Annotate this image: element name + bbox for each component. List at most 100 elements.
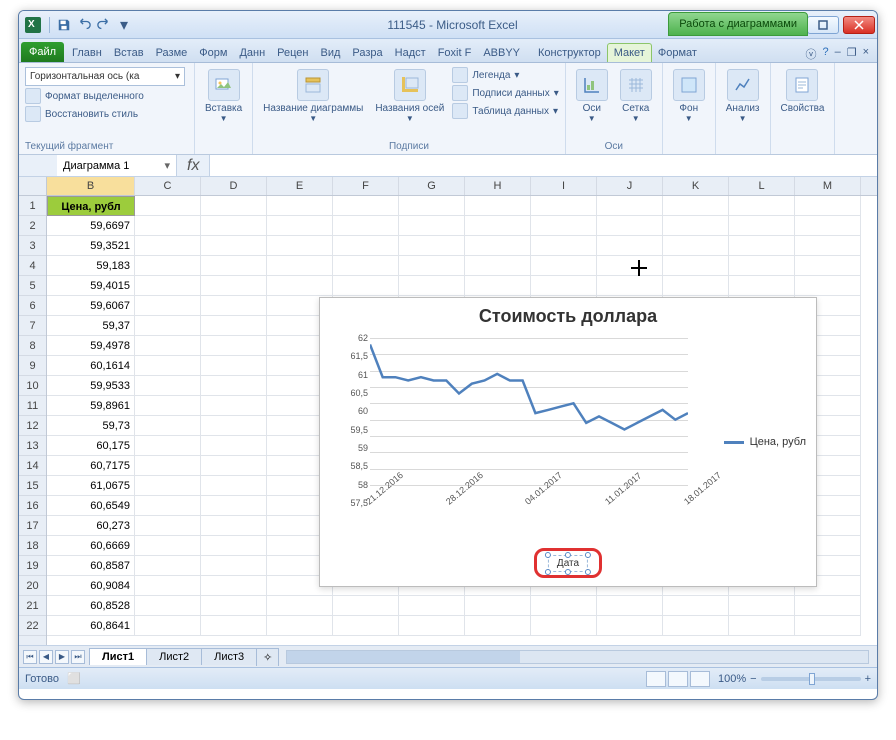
col-G[interactable]: G: [399, 177, 465, 195]
empty-cell[interactable]: [135, 616, 201, 636]
empty-cell[interactable]: [135, 336, 201, 356]
chart-element-selector[interactable]: Горизонтальная ось (ка▾: [25, 67, 188, 86]
empty-cell[interactable]: [663, 256, 729, 276]
analysis-button[interactable]: Анализ▼: [722, 67, 764, 125]
empty-cell[interactable]: [201, 616, 267, 636]
empty-cell[interactable]: [201, 356, 267, 376]
empty-cell[interactable]: [201, 376, 267, 396]
data-table-button[interactable]: Таблица данных ▾: [452, 103, 558, 119]
empty-cell[interactable]: [135, 256, 201, 276]
empty-cell[interactable]: [201, 436, 267, 456]
empty-cell[interactable]: [135, 316, 201, 336]
empty-cell[interactable]: [597, 596, 663, 616]
empty-cell[interactable]: [333, 236, 399, 256]
legend-button[interactable]: Легенда ▾: [452, 67, 558, 83]
help-icon[interactable]: ?: [822, 46, 828, 62]
empty-cell[interactable]: [729, 196, 795, 216]
empty-cell[interactable]: [399, 276, 465, 296]
data-cell[interactable]: 59,3521: [47, 236, 135, 256]
empty-cell[interactable]: [729, 276, 795, 296]
sheet-nav-first[interactable]: ⏮: [23, 650, 37, 664]
chart-legend[interactable]: Цена, рубл: [724, 436, 806, 448]
empty-cell[interactable]: [201, 296, 267, 316]
empty-cell[interactable]: [201, 276, 267, 296]
tab-foxit[interactable]: Foxit F: [432, 44, 478, 62]
header-cell[interactable]: Цена, рубл: [47, 196, 135, 216]
empty-cell[interactable]: [267, 616, 333, 636]
data-cell[interactable]: 60,8641: [47, 616, 135, 636]
row-header[interactable]: 5: [19, 276, 46, 296]
data-cell[interactable]: 60,8528: [47, 596, 135, 616]
data-cell[interactable]: 59,73: [47, 416, 135, 436]
empty-cell[interactable]: [729, 596, 795, 616]
empty-cell[interactable]: [201, 316, 267, 336]
tab-addins[interactable]: Надст: [389, 44, 432, 62]
row-header[interactable]: 15: [19, 476, 46, 496]
row-header[interactable]: 6: [19, 296, 46, 316]
empty-cell[interactable]: [135, 596, 201, 616]
inner-restore-icon[interactable]: ❐: [847, 46, 857, 62]
fx-icon[interactable]: fx: [177, 157, 209, 175]
close-button[interactable]: [843, 16, 875, 34]
empty-cell[interactable]: [135, 376, 201, 396]
col-M[interactable]: M: [795, 177, 861, 195]
data-cell[interactable]: 59,6697: [47, 216, 135, 236]
sheet-nav-next[interactable]: ▶: [55, 650, 69, 664]
empty-cell[interactable]: [201, 516, 267, 536]
data-cell[interactable]: 60,273: [47, 516, 135, 536]
empty-cell[interactable]: [267, 596, 333, 616]
tab-chart-design[interactable]: Конструктор: [532, 44, 607, 62]
empty-cell[interactable]: [135, 296, 201, 316]
data-cell[interactable]: 59,8961: [47, 396, 135, 416]
empty-cell[interactable]: [135, 276, 201, 296]
gridlines-button[interactable]: Сетка▼: [616, 67, 656, 125]
empty-cell[interactable]: [135, 416, 201, 436]
formula-input[interactable]: [209, 155, 877, 176]
data-labels-button[interactable]: Подписи данных ▾: [452, 85, 558, 101]
col-J[interactable]: J: [597, 177, 663, 195]
zoom-out-button[interactable]: −: [750, 673, 756, 685]
col-L[interactable]: L: [729, 177, 795, 195]
row-header[interactable]: 14: [19, 456, 46, 476]
empty-cell[interactable]: [201, 416, 267, 436]
tab-insert[interactable]: Встав: [108, 44, 150, 62]
chart-series-line[interactable]: [370, 338, 688, 485]
properties-button[interactable]: Свойства: [777, 67, 829, 116]
tab-chart-format[interactable]: Формат: [652, 44, 703, 62]
new-sheet-button[interactable]: ✧: [256, 648, 279, 666]
col-D[interactable]: D: [201, 177, 267, 195]
chart-title-button[interactable]: Название диаграммы▼: [259, 67, 367, 125]
data-cell[interactable]: 60,6669: [47, 536, 135, 556]
row-header[interactable]: 4: [19, 256, 46, 276]
data-cell[interactable]: 59,6067: [47, 296, 135, 316]
empty-cell[interactable]: [135, 396, 201, 416]
empty-cell[interactable]: [399, 236, 465, 256]
empty-cell[interactable]: [399, 196, 465, 216]
empty-cell[interactable]: [333, 216, 399, 236]
empty-cell[interactable]: [597, 616, 663, 636]
empty-cell[interactable]: [531, 256, 597, 276]
row-header[interactable]: 2: [19, 216, 46, 236]
ribbon-minimize-icon[interactable]: ⓥ: [805, 46, 816, 62]
qat-more-icon[interactable]: ▾: [115, 16, 133, 34]
qat-undo-icon[interactable]: [75, 16, 93, 34]
empty-cell[interactable]: [465, 616, 531, 636]
row-headers[interactable]: 12345678910111213141516171819202122: [19, 177, 47, 645]
empty-cell[interactable]: [267, 196, 333, 216]
empty-cell[interactable]: [333, 196, 399, 216]
empty-cell[interactable]: [201, 336, 267, 356]
axes-button[interactable]: Оси▼: [572, 67, 612, 125]
tab-data[interactable]: Данн: [233, 44, 271, 62]
col-F[interactable]: F: [333, 177, 399, 195]
x-axis[interactable]: 21.12.201628.12.201604.01.201711.01.2017…: [370, 493, 688, 533]
empty-cell[interactable]: [333, 596, 399, 616]
format-selection-button[interactable]: Формат выделенного: [25, 88, 188, 104]
data-cell[interactable]: 60,8587: [47, 556, 135, 576]
empty-cell[interactable]: [399, 256, 465, 276]
empty-cell[interactable]: [729, 216, 795, 236]
data-cell[interactable]: 60,7175: [47, 456, 135, 476]
row-header[interactable]: 16: [19, 496, 46, 516]
empty-cell[interactable]: [531, 596, 597, 616]
empty-cell[interactable]: [201, 256, 267, 276]
col-C[interactable]: C: [135, 177, 201, 195]
